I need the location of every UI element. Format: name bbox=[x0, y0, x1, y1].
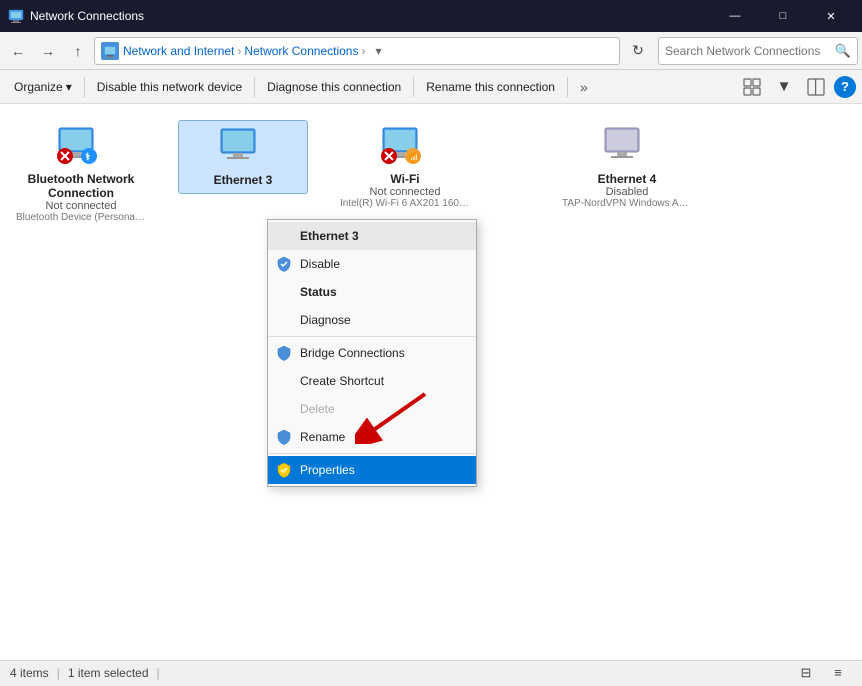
organize-button[interactable]: Organize ▾ bbox=[6, 74, 80, 100]
file-area: ⚕ Bluetooth Network Connection Not conne… bbox=[0, 104, 862, 660]
disable-button[interactable]: Disable this network device bbox=[89, 74, 250, 100]
toolbar-separator-3 bbox=[413, 77, 414, 97]
organize-label: Organize bbox=[14, 80, 63, 94]
bluetooth-name: Bluetooth Network Connection bbox=[22, 172, 140, 200]
view-toggle-button[interactable] bbox=[738, 74, 766, 100]
ctx-properties[interactable]: Properties bbox=[268, 456, 476, 484]
path-icon bbox=[101, 42, 119, 60]
toolbar-separator-1 bbox=[84, 77, 85, 97]
more-icon: » bbox=[580, 79, 588, 95]
ctx-rename-icon bbox=[276, 429, 292, 445]
window-controls: — □ ✕ bbox=[712, 0, 854, 32]
address-path[interactable]: Network and Internet › Network Connectio… bbox=[94, 37, 620, 65]
refresh-button[interactable]: ↻ bbox=[624, 37, 652, 65]
rename-label: Rename this connection bbox=[426, 80, 555, 94]
rename-button[interactable]: Rename this connection bbox=[418, 74, 563, 100]
ctx-disable[interactable]: Disable bbox=[268, 250, 476, 278]
toolbar-separator-2 bbox=[254, 77, 255, 97]
ctx-diagnose[interactable]: Diagnose bbox=[268, 306, 476, 334]
ctx-props-icon bbox=[276, 462, 292, 478]
network-item-ethernet4[interactable]: Ethernet 4 Disabled TAP-NordVPN Windows … bbox=[562, 120, 692, 215]
diagnose-button[interactable]: Diagnose this connection bbox=[259, 74, 409, 100]
ctx-sep-2 bbox=[268, 453, 476, 454]
status-bar: 4 items | 1 item selected | ⊟ ≡ bbox=[0, 660, 862, 684]
bluetooth-icon-wrap: ⚕ bbox=[55, 126, 107, 168]
context-menu-header: Ethernet 3 bbox=[268, 222, 476, 250]
window-title: Network Connections bbox=[30, 9, 712, 23]
up-button[interactable]: ↑ bbox=[64, 37, 92, 65]
ctx-bridge-icon bbox=[276, 345, 292, 361]
ctx-status[interactable]: Status bbox=[268, 278, 476, 306]
ethernet4-name: Ethernet 4 bbox=[598, 172, 657, 186]
help-button[interactable]: ? bbox=[834, 76, 856, 98]
svg-text:📶: 📶 bbox=[409, 152, 419, 162]
ethernet3-icon-wrap bbox=[217, 127, 269, 169]
ctx-rename[interactable]: Rename bbox=[268, 423, 476, 451]
organize-arrow: ▾ bbox=[66, 80, 72, 94]
path-segment1[interactable]: Network and Internet bbox=[123, 44, 234, 58]
maximize-button[interactable]: □ bbox=[760, 0, 806, 32]
ethernet3-computer-icon bbox=[217, 127, 265, 167]
ethernet4-detail: TAP-NordVPN Windows Adapter ... bbox=[562, 198, 692, 209]
ctx-sep-1 bbox=[268, 336, 476, 337]
item-count: 4 items bbox=[10, 666, 49, 680]
bluetooth-detail: Bluetooth Device (Personal Area ... bbox=[16, 212, 146, 223]
minimize-button[interactable]: — bbox=[712, 0, 758, 32]
path-sep1: › bbox=[237, 44, 241, 58]
forward-button[interactable]: → bbox=[34, 37, 62, 65]
wifi-status: Not connected bbox=[370, 186, 441, 198]
bluetooth-computer-icon: ⚕ bbox=[55, 126, 103, 166]
wifi-name: Wi-Fi bbox=[390, 172, 419, 186]
more-button[interactable]: » bbox=[572, 74, 596, 100]
context-menu: Ethernet 3 Disable Status Diagnose bbox=[267, 219, 477, 487]
wifi-computer-icon: 📶 bbox=[379, 126, 427, 166]
path-dropdown[interactable]: ▾ bbox=[368, 37, 388, 65]
title-bar: Network Connections — □ ✕ bbox=[0, 0, 862, 32]
ctx-shortcut[interactable]: Create Shortcut bbox=[268, 367, 476, 395]
search-box: 🔍 bbox=[658, 37, 858, 65]
wifi-detail: Intel(R) Wi-Fi 6 AX201 160MHz bbox=[340, 198, 470, 209]
network-item-ethernet3[interactable]: Ethernet 3 bbox=[178, 120, 308, 194]
search-icon[interactable]: 🔍 bbox=[835, 43, 851, 59]
network-item-bluetooth[interactable]: ⚕ Bluetooth Network Connection Not conne… bbox=[16, 120, 146, 229]
status-sep-1: | bbox=[57, 666, 60, 680]
selected-count: 1 item selected bbox=[68, 666, 149, 680]
ctx-delete: Delete bbox=[268, 395, 476, 423]
path-segment2[interactable]: Network Connections bbox=[244, 44, 358, 58]
svg-text:⚕: ⚕ bbox=[85, 152, 91, 163]
ctx-header-label: Ethernet 3 bbox=[300, 229, 359, 243]
path-sep2: › bbox=[361, 44, 365, 58]
back-button[interactable]: ← bbox=[4, 37, 32, 65]
wifi-icon-wrap: 📶 bbox=[379, 126, 431, 168]
ethernet3-name: Ethernet 3 bbox=[214, 173, 273, 187]
main-content: ⚕ Bluetooth Network Connection Not conne… bbox=[0, 104, 862, 660]
disable-label: Disable this network device bbox=[97, 80, 242, 94]
ctx-disable-icon bbox=[276, 256, 292, 272]
network-item-wifi[interactable]: 📶 Wi-Fi Not connected Intel(R) Wi-Fi 6 A… bbox=[340, 120, 470, 215]
diagnose-label: Diagnose this connection bbox=[267, 80, 401, 94]
view-dropdown-button[interactable]: ▼ bbox=[770, 74, 798, 100]
toolbar-right: ▼ ? bbox=[738, 74, 856, 100]
toolbar-separator-4 bbox=[567, 77, 568, 97]
ethernet4-status: Disabled bbox=[606, 186, 649, 198]
search-input[interactable] bbox=[665, 44, 835, 58]
ctx-bridge[interactable]: Bridge Connections bbox=[268, 339, 476, 367]
close-button[interactable]: ✕ bbox=[808, 0, 854, 32]
preview-button[interactable] bbox=[802, 74, 830, 100]
toolbar: Organize ▾ Disable this network device D… bbox=[0, 70, 862, 104]
address-bar: ← → ↑ Network and Internet › Network Con… bbox=[0, 32, 862, 70]
bluetooth-status: Not connected bbox=[46, 200, 117, 212]
status-sep-2: | bbox=[157, 666, 160, 680]
ethernet4-computer-icon bbox=[601, 126, 649, 166]
ethernet4-icon-wrap bbox=[601, 126, 653, 168]
status-view-btn2[interactable]: ≡ bbox=[824, 660, 852, 686]
status-view-btn1[interactable]: ⊟ bbox=[792, 660, 820, 686]
app-icon bbox=[8, 8, 24, 24]
